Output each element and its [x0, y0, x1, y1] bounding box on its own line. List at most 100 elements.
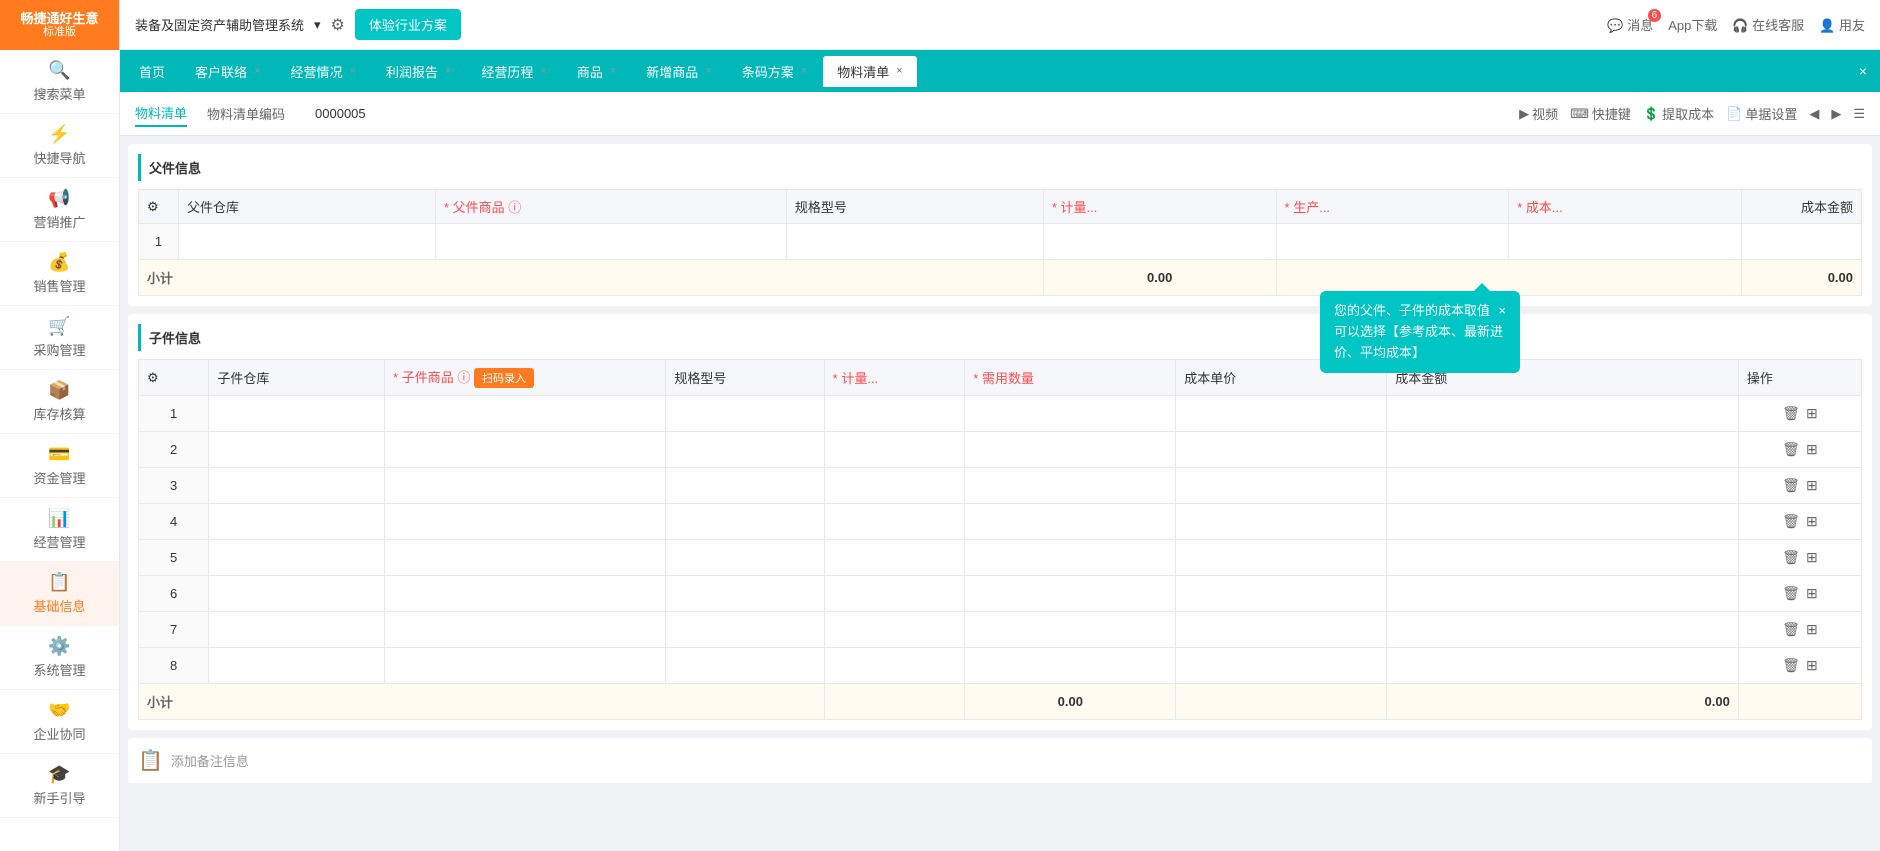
app-download-link[interactable]: App下载 [1668, 15, 1717, 34]
child-row-3-warehouse[interactable] [209, 468, 385, 504]
tab-customer-close[interactable]: × [254, 65, 260, 77]
child-row-7-copy-btn[interactable]: ⊞ [1806, 621, 1818, 638]
scan-input-btn[interactable]: 扫码录入 [474, 368, 534, 388]
tab-barcode-close[interactable]: × [801, 65, 807, 77]
sidebar-item-guide[interactable]: 🎓 新手引导 [0, 754, 119, 818]
tab-operations-status[interactable]: 经营情况 × [276, 56, 369, 87]
parent-row-1-produce[interactable] [1276, 224, 1509, 260]
child-row-3-goods[interactable] [385, 468, 666, 504]
child-row-6-warehouse[interactable] [209, 576, 385, 612]
single-settings-tool[interactable]: 📄 单据设置 [1726, 104, 1797, 123]
sidebar-item-collab[interactable]: 🤝 企业协同 [0, 690, 119, 754]
child-row-4-amount[interactable] [1387, 504, 1739, 540]
child-row-6-spec[interactable] [666, 576, 824, 612]
message-badge[interactable]: 💬 消息 6 [1607, 15, 1653, 34]
tab-new-goods[interactable]: 新增商品 × [632, 56, 725, 87]
extract-cost-tool[interactable]: 💲 提取成本 [1643, 104, 1714, 123]
child-row-7-amount[interactable] [1387, 612, 1739, 648]
child-row-2-delete-btn[interactable]: 🗑 [1782, 441, 1800, 458]
child-row-6-copy-btn[interactable]: ⊞ [1806, 585, 1818, 602]
child-row-7-qty[interactable] [965, 612, 1176, 648]
child-row-7-unit-cost[interactable] [1176, 612, 1387, 648]
child-row-5-goods[interactable] [385, 540, 666, 576]
child-row-7-delete-btn[interactable]: 🗑 [1782, 621, 1800, 638]
child-row-5-delete-btn[interactable]: 🗑 [1782, 549, 1800, 566]
child-row-7-spec[interactable] [666, 612, 824, 648]
child-row-8-spec[interactable] [666, 648, 824, 684]
topbar-dropdown[interactable]: ▾ [314, 17, 321, 33]
child-row-3-copy-btn[interactable]: ⊞ [1806, 477, 1818, 494]
child-row-4-unit[interactable] [824, 504, 965, 540]
nav-prev[interactable]: ◀ [1809, 106, 1819, 122]
parent-row-1-amount[interactable] [1742, 224, 1862, 260]
sidebar-item-operations[interactable]: 📊 经营管理 [0, 498, 119, 562]
user-avatar[interactable]: 👤 用友 [1819, 15, 1865, 34]
child-row-4-warehouse[interactable] [209, 504, 385, 540]
tab-home[interactable]: 首页 [125, 56, 179, 87]
child-row-8-unit[interactable] [824, 648, 965, 684]
child-row-8-qty[interactable] [965, 648, 1176, 684]
tab-bom-close[interactable]: × [896, 65, 902, 77]
child-row-2-spec[interactable] [666, 432, 824, 468]
child-row-1-warehouse[interactable] [209, 396, 385, 432]
child-row-5-spec[interactable] [666, 540, 824, 576]
sub-tab-bom[interactable]: 物料清单 [135, 100, 187, 127]
child-row-5-qty[interactable] [965, 540, 1176, 576]
child-row-7-warehouse[interactable] [209, 612, 385, 648]
child-row-6-goods[interactable] [385, 576, 666, 612]
parent-row-1-warehouse[interactable] [179, 224, 436, 260]
child-row-3-unit[interactable] [824, 468, 965, 504]
shortcut-tool[interactable]: ⌨ 快捷键 [1570, 104, 1631, 123]
grid-view-icon[interactable]: ☰ [1853, 106, 1865, 122]
sidebar-item-stock[interactable]: 📦 库存核算 [0, 370, 119, 434]
child-row-8-unit-cost[interactable] [1176, 648, 1387, 684]
child-row-8-delete-btn[interactable]: 🗑 [1782, 657, 1800, 674]
parent-col-settings[interactable]: ⚙ [139, 190, 179, 224]
nav-next[interactable]: ▶ [1831, 106, 1841, 122]
child-row-4-unit-cost[interactable] [1176, 504, 1387, 540]
sidebar-item-search[interactable]: 🔍 搜索菜单 [0, 50, 119, 114]
child-row-2-qty[interactable] [965, 432, 1176, 468]
tab-profit-close[interactable]: × [445, 65, 451, 77]
child-row-5-unit-cost[interactable] [1176, 540, 1387, 576]
sidebar-item-sales[interactable]: 💰 销售管理 [0, 242, 119, 306]
tab-goods[interactable]: 商品 × [563, 56, 630, 87]
child-col-settings[interactable]: ⚙ [139, 360, 209, 396]
child-row-3-qty[interactable] [965, 468, 1176, 504]
sidebar-item-system[interactable]: ⚙️ 系统管理 [0, 626, 119, 690]
parent-row-1-spec[interactable] [786, 224, 1043, 260]
child-row-8-amount[interactable] [1387, 648, 1739, 684]
child-row-5-copy-btn[interactable]: ⊞ [1806, 549, 1818, 566]
child-row-6-unit-cost[interactable] [1176, 576, 1387, 612]
child-row-6-qty[interactable] [965, 576, 1176, 612]
sidebar-item-basic[interactable]: 📋 基础信息 [0, 562, 119, 626]
child-row-7-unit[interactable] [824, 612, 965, 648]
child-row-3-spec[interactable] [666, 468, 824, 504]
child-row-4-goods[interactable] [385, 504, 666, 540]
experience-btn[interactable]: 体验行业方案 [355, 9, 461, 40]
tab-new-goods-close[interactable]: × [705, 65, 711, 77]
sidebar-item-purchase[interactable]: 🛒 采购管理 [0, 306, 119, 370]
parent-row-1-goods[interactable] [435, 224, 786, 260]
child-row-1-unit[interactable] [824, 396, 965, 432]
gear-icon[interactable]: ⚙ [331, 15, 345, 35]
tab-customer[interactable]: 客户联络 × [181, 56, 274, 87]
tab-history[interactable]: 经营历程 × [467, 56, 560, 87]
child-row-1-qty[interactable] [965, 396, 1176, 432]
child-row-6-unit[interactable] [824, 576, 965, 612]
child-row-7-goods[interactable] [385, 612, 666, 648]
child-row-3-delete-btn[interactable]: 🗑 [1782, 477, 1800, 494]
child-row-4-copy-btn[interactable]: ⊞ [1806, 513, 1818, 530]
child-row-4-spec[interactable] [666, 504, 824, 540]
sidebar-item-quick-nav[interactable]: ⚡ 快捷导航 [0, 114, 119, 178]
child-row-1-unit-cost[interactable] [1176, 396, 1387, 432]
tab-ops-close[interactable]: × [349, 65, 355, 77]
child-row-8-copy-btn[interactable]: ⊞ [1806, 657, 1818, 674]
child-row-3-amount[interactable] [1387, 468, 1739, 504]
sub-tab-code[interactable]: 物料清单编码 [207, 101, 285, 126]
child-row-4-qty[interactable] [965, 504, 1176, 540]
child-row-1-copy-btn[interactable]: ⊞ [1806, 405, 1818, 422]
child-row-1-delete-btn[interactable]: 🗑 [1782, 405, 1800, 422]
notes-hint[interactable]: 添加备注信息 [171, 751, 249, 770]
child-row-6-amount[interactable] [1387, 576, 1739, 612]
